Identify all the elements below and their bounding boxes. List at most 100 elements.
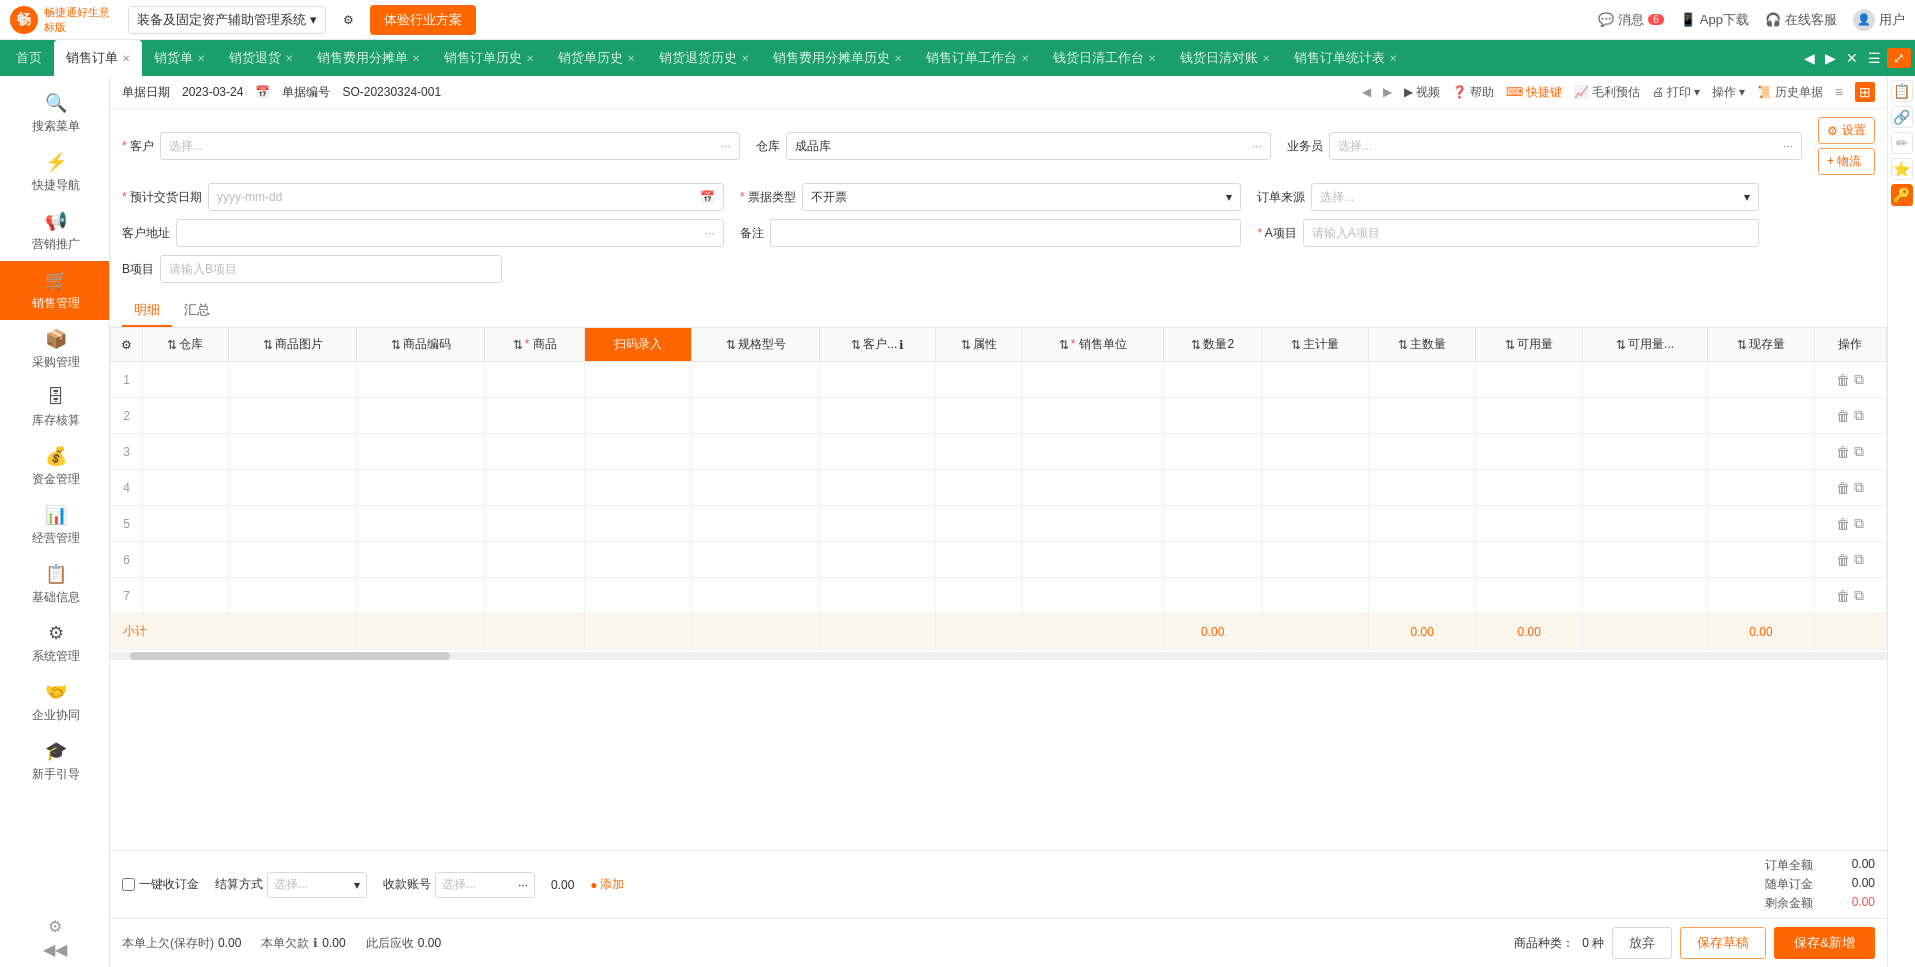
remark-input[interactable] (770, 219, 1242, 247)
th-spec[interactable]: ⇅规格型号 (692, 328, 820, 362)
scrollbar-thumb[interactable] (130, 652, 450, 660)
tab-daily-account[interactable]: 钱货日清对账 ✕ (1168, 40, 1282, 76)
message-item[interactable]: 💬 消息 6 (1598, 11, 1664, 29)
toolbar-layout-icon2[interactable]: ⊞ (1855, 82, 1875, 102)
row-copy-btn[interactable]: ⧉ (1854, 515, 1864, 532)
th-qty2[interactable]: ⇅数量2 (1164, 328, 1262, 362)
close-icon[interactable]: ✕ (122, 53, 130, 64)
th-image[interactable]: ⇅商品图片 (228, 328, 356, 362)
invoice-type-select[interactable]: 不开票 ▾ (802, 183, 1242, 211)
tab-workbench[interactable]: 销售订单工作台 ✕ (914, 40, 1041, 76)
calendar-icon[interactable]: 📅 (255, 85, 270, 99)
close-icon[interactable]: ✕ (1389, 53, 1397, 64)
tab-invoice-history[interactable]: 销货单历史 ✕ (546, 40, 647, 76)
row-copy-btn[interactable]: ⧉ (1854, 407, 1864, 424)
sidebar-item-purchase[interactable]: 📦 采购管理 (0, 320, 109, 379)
online-service-item[interactable]: 🎧 在线客服 (1765, 11, 1837, 29)
tab-daily-workbench[interactable]: 钱货日清工作台 ✕ (1041, 40, 1168, 76)
close-icon[interactable]: ✕ (627, 53, 635, 64)
th-main-unit[interactable]: ⇅主计量 (1262, 328, 1369, 362)
user-item[interactable]: 👤 用户 (1853, 9, 1905, 31)
sidebar-item-collab[interactable]: 🤝 企业协同 (0, 673, 109, 732)
account-more-icon[interactable]: ··· (518, 878, 528, 892)
sidebar-item-inventory[interactable]: 🗄 库存核算 (0, 379, 109, 437)
row-copy-btn[interactable]: ⧉ (1854, 371, 1864, 388)
tab-sales-stats[interactable]: 销售订单统计表 ✕ (1282, 40, 1409, 76)
th-attributes[interactable]: ⇅属性 (936, 328, 1022, 362)
th-available2[interactable]: ⇅可用量... (1583, 328, 1708, 362)
th-warehouse[interactable]: ⇅仓库 (143, 328, 229, 362)
address-more-icon[interactable]: ··· (705, 226, 715, 240)
view-video-btn[interactable]: ▶ 视频 (1404, 84, 1440, 101)
history-btn[interactable]: 📜 历史单据 (1757, 84, 1823, 101)
th-product[interactable]: ⇅商品 (485, 328, 585, 362)
sidebar-item-marketing[interactable]: 📢 营销推广 (0, 202, 109, 261)
solution-button[interactable]: 体验行业方案 (370, 5, 476, 35)
row-delete-btn[interactable]: 🗑 (1836, 408, 1850, 424)
warehouse-more-icon[interactable]: ··· (1252, 139, 1262, 153)
tab-sales-order[interactable]: 销售订单 ✕ (54, 40, 142, 76)
th-code[interactable]: ⇅商品编码 (357, 328, 485, 362)
operation-btn[interactable]: 操作 ▾ (1712, 84, 1745, 101)
b-project-input[interactable]: 请输入B项目 (160, 255, 502, 283)
app-download-item[interactable]: 📱 App下载 (1680, 11, 1749, 29)
row-copy-btn[interactable]: ⧉ (1854, 551, 1864, 568)
add-item-btn[interactable]: ● 添加 (590, 876, 623, 893)
row-delete-btn[interactable]: 🗑 (1836, 372, 1850, 388)
close-icon[interactable]: ✕ (894, 53, 902, 64)
row-delete-btn[interactable]: 🗑 (1836, 552, 1850, 568)
row-delete-btn[interactable]: 🗑 (1836, 516, 1850, 532)
rp-icon-2[interactable]: 🔗 (1891, 106, 1913, 128)
salesperson-input[interactable]: 选择... ··· (1329, 132, 1802, 160)
close-icon[interactable]: ✕ (197, 53, 205, 64)
one-click-checkbox-input[interactable] (122, 878, 135, 891)
th-available[interactable]: ⇅可用量 (1476, 328, 1583, 362)
address-input[interactable]: ··· (176, 219, 724, 247)
nav-close-icon[interactable]: ✕ (1842, 48, 1862, 68)
th-unit[interactable]: ⇅销售单位 (1022, 328, 1164, 362)
nav-next-icon[interactable]: ▶ (1821, 48, 1840, 68)
sidebar-item-operations[interactable]: 📊 经营管理 (0, 496, 109, 555)
settings-btn[interactable]: ⚙ 设置 (1818, 117, 1875, 144)
tab-expense-history[interactable]: 销售费用分摊单历史 ✕ (761, 40, 914, 76)
calendar-icon[interactable]: 📅 (700, 190, 715, 204)
sidebar-settings-icon[interactable]: ⚙ (48, 917, 62, 936)
payment-select[interactable]: 选择... ▾ (267, 872, 367, 898)
sidebar-collapse-icon[interactable]: ◀◀ (43, 940, 67, 959)
sidebar-item-base-info[interactable]: 📋 基础信息 (0, 555, 109, 614)
tab-sales-invoice[interactable]: 销货单 ✕ (142, 40, 217, 76)
toolbar-action-nav-next[interactable]: ▶ (1383, 85, 1392, 99)
row-copy-btn[interactable]: ⧉ (1854, 443, 1864, 460)
th-customer-code[interactable]: ⇅客户...ℹ (820, 328, 936, 362)
tab-sales-expense[interactable]: 销售费用分摊单 ✕ (305, 40, 432, 76)
a-project-input[interactable]: 请输入A项目 (1303, 219, 1759, 247)
toolbar-action-nav-prev[interactable]: ◀ (1362, 85, 1371, 99)
close-icon[interactable]: ✕ (285, 53, 293, 64)
rp-icon-4[interactable]: ⭐ (1891, 158, 1913, 180)
row-copy-btn[interactable]: ⧉ (1854, 479, 1864, 496)
sidebar-item-search[interactable]: 🔍 搜索菜单 (0, 84, 109, 143)
warehouse-input[interactable]: 成品库 ··· (786, 132, 1271, 160)
row-delete-btn[interactable]: 🗑 (1836, 480, 1850, 496)
sidebar-item-system[interactable]: ⚙ 系统管理 (0, 614, 109, 673)
row-delete-btn[interactable]: 🗑 (1836, 444, 1850, 460)
tab-home[interactable]: 首页 (4, 40, 54, 76)
order-source-select[interactable]: 选择... ▾ (1311, 183, 1759, 211)
settings-icon[interactable]: ⚙ (334, 6, 362, 34)
th-scan[interactable]: 扫码录入 (585, 328, 692, 362)
rp-icon-5[interactable]: 🔑 (1891, 184, 1913, 206)
th-stock[interactable]: ⇅现存量 (1707, 328, 1814, 362)
sidebar-item-quick-nav[interactable]: ⚡ 快捷导航 (0, 143, 109, 202)
sidebar-item-guide[interactable]: 🎓 新手引导 (0, 732, 109, 791)
save-new-button[interactable]: 保存&新增 (1774, 927, 1875, 959)
shortcut-btn[interactable]: ⌨ 快捷键 (1506, 84, 1562, 101)
nav-menu-icon[interactable]: ☰ (1864, 48, 1885, 68)
close-icon[interactable]: ✕ (526, 53, 534, 64)
close-icon[interactable]: ✕ (741, 53, 749, 64)
profit-btn[interactable]: 📈 毛利预估 (1574, 84, 1640, 101)
one-click-checkbox[interactable]: 一键收订金 (122, 876, 199, 893)
tab-detail[interactable]: 明细 (122, 295, 172, 327)
print-btn[interactable]: 🖨 打印 ▾ (1652, 84, 1700, 101)
tab-summary[interactable]: 汇总 (172, 295, 222, 327)
rp-icon-3[interactable]: ✏ (1891, 132, 1913, 154)
